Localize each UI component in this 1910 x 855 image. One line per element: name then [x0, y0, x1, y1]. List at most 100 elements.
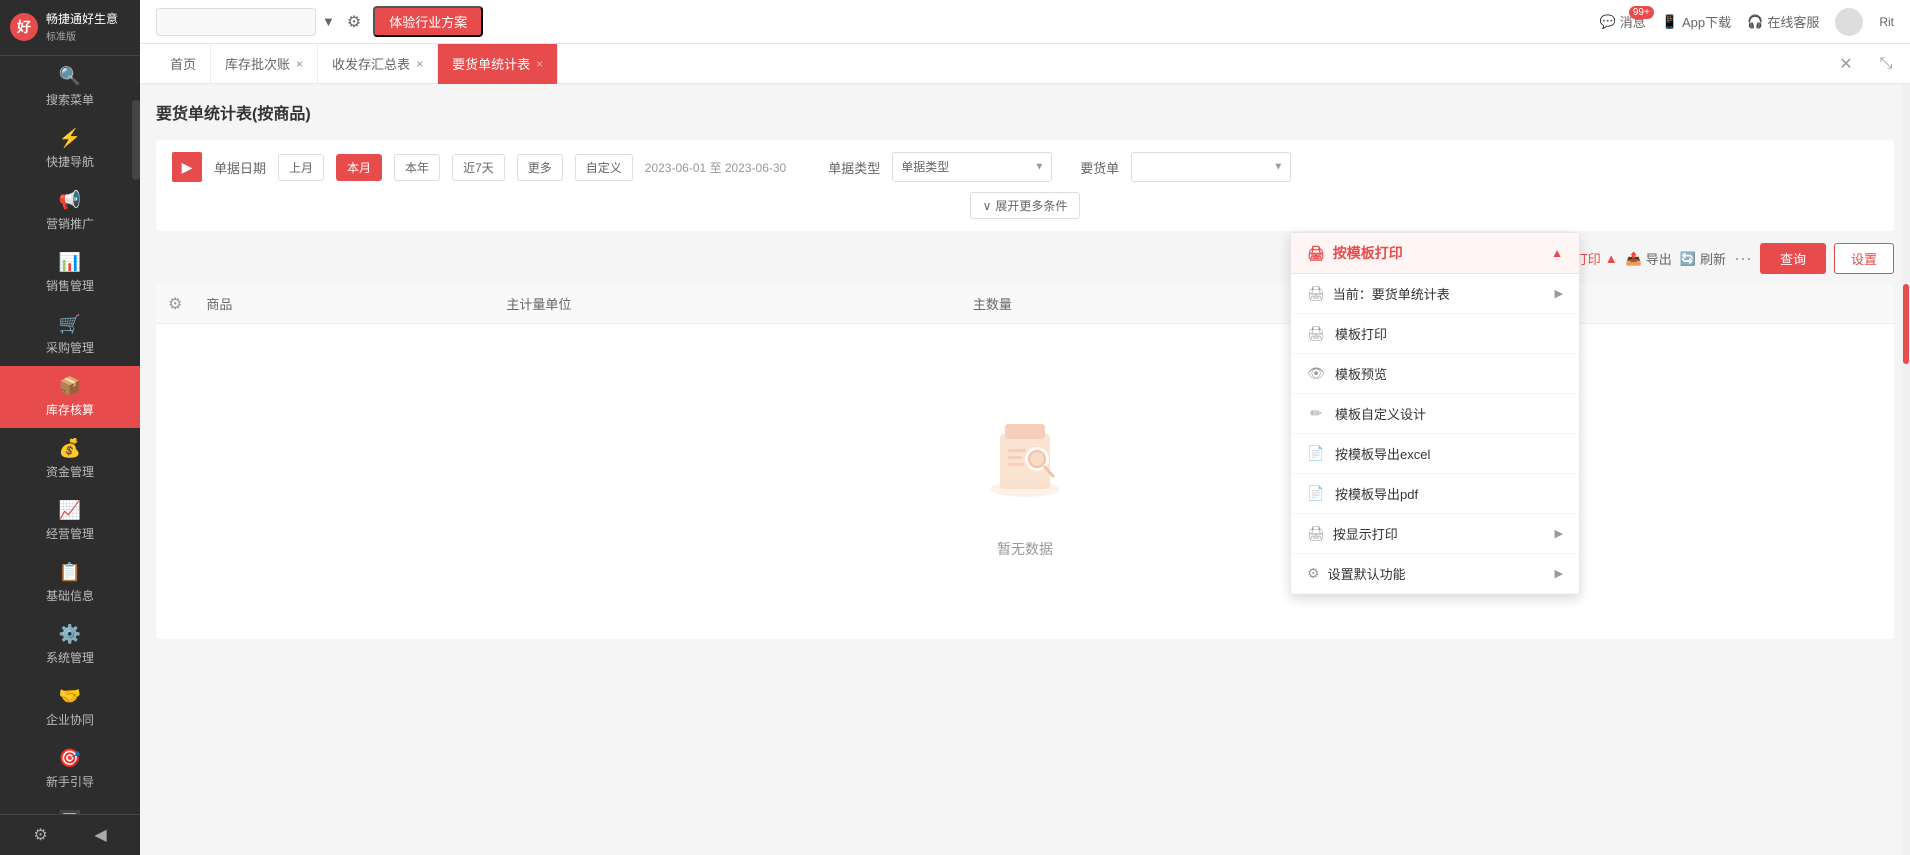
export-pdf-icon: 📄 — [1307, 485, 1325, 502]
sidebar-item-inventory[interactable]: 📦 库存核算 — [0, 366, 140, 428]
app-download-button[interactable]: 📱 App下载 — [1662, 12, 1731, 31]
sales-icon: 📊 — [59, 252, 81, 273]
requisition-label: 要货单 — [1080, 158, 1119, 177]
current-item-chevron: ▶ — [1555, 287, 1563, 300]
template-design-label: 模板自定义设计 — [1335, 404, 1563, 423]
app-badge: 标准版 — [46, 28, 118, 43]
tab-requisition-stats[interactable]: 要货单统计表 × — [438, 44, 558, 84]
col-header-product: 商品 — [194, 294, 494, 313]
table-settings-icon[interactable]: ⚙ — [156, 294, 194, 314]
message-button[interactable]: 💬 消息 99+ — [1600, 12, 1646, 31]
dropdown-item-template-print[interactable]: 🖨 模板打印 — [1291, 314, 1579, 354]
settings-bottom-icon[interactable]: ⚙ — [33, 825, 47, 845]
dropdown-item-export-excel[interactable]: 📄 按模板导出excel — [1291, 434, 1579, 474]
tab-close-requisition-stats[interactable]: × — [536, 57, 543, 71]
page-title: 要货单统计表(按商品) — [156, 100, 1894, 124]
current-item-icon: 🖨 — [1307, 285, 1325, 302]
expand-conditions-button[interactable]: ∨ 展开更多条件 — [970, 192, 1081, 219]
tab-receipt-summary[interactable]: 收发存汇总表 × — [318, 44, 438, 84]
print-dropdown-menu: 🖨 按模板打印 ▲ 🖨 当前：要货单统计表 ▶ 🖨 模板打印 👁 模板预览 — [1290, 232, 1580, 595]
template-print-icon: 🖨 — [1307, 325, 1325, 342]
tab-close-inventory-batch[interactable]: × — [296, 57, 303, 71]
sidebar-item-operations[interactable]: 📈 经营管理 — [0, 490, 140, 552]
app-name-block: 畅捷通好生意 标准版 — [46, 12, 118, 43]
sidebar-item-label: 销售管理 — [46, 277, 94, 294]
export-button[interactable]: 📤 导出 — [1626, 249, 1672, 268]
filter-expand-arrow[interactable]: ▶ — [172, 152, 202, 182]
settings-gear-icon[interactable]: ⚙ — [347, 12, 361, 32]
maximize-icon[interactable]: ⤡ — [1870, 48, 1902, 80]
settings-button[interactable]: 设置 — [1834, 243, 1894, 274]
topbar-right: 💬 消息 99+ 📱 App下载 🎧 在线客服 Rit — [1600, 8, 1894, 36]
display-print-icon: 🖨 — [1307, 525, 1325, 542]
set-default-icon: ⚙ — [1307, 565, 1320, 582]
template-design-icon: ✏ — [1307, 405, 1325, 422]
requisition-select[interactable] — [1131, 152, 1291, 182]
sidebar-item-purchase[interactable]: 🛒 采购管理 — [0, 304, 140, 366]
avatar[interactable] — [1835, 8, 1863, 36]
search-input[interactable] — [156, 8, 316, 36]
collab-icon: 🤝 — [59, 686, 81, 707]
type-filter-label: 单据类型 — [828, 158, 880, 177]
export-label: 导出 — [1646, 249, 1672, 268]
sidebar-item-label: 基础信息 — [46, 587, 94, 604]
promo-button[interactable]: 体验行业方案 — [373, 6, 483, 37]
dropdown-display-print[interactable]: 🖨 按显示打印 ▶ — [1291, 514, 1579, 554]
sidebar-item-marketing[interactable]: 📢 营销推广 — [0, 180, 140, 242]
marketing-icon: 📢 — [59, 190, 81, 211]
sidebar-item-basics[interactable]: 📋 基础信息 — [0, 552, 140, 614]
table-card: ⚙ 商品 主计量单位 主数量 零售金额 — [156, 284, 1894, 639]
sidebar-item-search[interactable]: 🔍 搜索菜单 — [0, 56, 140, 118]
dropdown-item-template-preview[interactable]: 👁 模板预览 — [1291, 354, 1579, 394]
tab-home[interactable]: 首页 — [156, 44, 211, 84]
username-label: Rit — [1879, 15, 1894, 29]
sidebar-item-finance[interactable]: 💰 资金管理 — [0, 428, 140, 490]
refresh-button[interactable]: 🔄 刷新 — [1680, 249, 1726, 268]
date-btn-prev-month[interactable]: 上月 — [278, 154, 324, 181]
sidebar-item-shortcut[interactable]: ⚡ 快捷导航 — [0, 118, 140, 180]
set-default-chevron: ▶ — [1555, 567, 1563, 580]
date-btn-current-month[interactable]: 本月 — [336, 154, 382, 181]
date-btn-more[interactable]: 更多 — [517, 154, 563, 181]
sidebar-item-sales[interactable]: 📊 销售管理 — [0, 242, 140, 304]
dropdown-item-template-design[interactable]: ✏ 模板自定义设计 — [1291, 394, 1579, 434]
more-options-icon[interactable]: ··· — [1734, 248, 1752, 269]
finance-icon: 💰 — [59, 438, 81, 459]
right-scrollbar[interactable] — [1902, 84, 1910, 855]
dropdown-title: 🖨 按模板打印 — [1307, 243, 1403, 263]
date-btn-current-year[interactable]: 本年 — [394, 154, 440, 181]
sidebar-item-label: 新手引导 — [46, 773, 94, 790]
collapse-icon[interactable]: ◀ — [94, 825, 106, 845]
tabbar-right: ✕ ⤡ — [1830, 48, 1910, 80]
date-btn-7days[interactable]: 近7天 — [452, 154, 505, 181]
date-btn-custom[interactable]: 自定义 — [575, 154, 633, 181]
dropdown-set-default[interactable]: ⚙ 设置默认功能 ▶ — [1291, 554, 1579, 594]
query-button[interactable]: 查询 — [1760, 243, 1826, 274]
type-select[interactable]: 单据类型 — [892, 152, 1052, 182]
sidebar-item-system[interactable]: ⚙️ 系统管理 — [0, 614, 140, 676]
filter-card: ▶ 单据日期 上月 本月 本年 近7天 更多 自定义 2023-06-01 至 … — [156, 140, 1894, 231]
dropdown-collapse-icon[interactable]: ▲ — [1551, 246, 1563, 260]
scrollbar-thumb — [1903, 284, 1909, 364]
search-dropdown-icon[interactable]: ▼ — [322, 14, 335, 29]
app-logo-icon: 好 — [10, 13, 38, 41]
tabbar: 首页 库存批次账 × 收发存汇总表 × 要货单统计表 × ✕ ⤡ — [140, 44, 1910, 84]
tab-inventory-batch[interactable]: 库存批次账 × — [211, 44, 318, 84]
online-service-button[interactable]: 🎧 在线客服 — [1747, 12, 1819, 31]
sidebar-item-label: 快捷导航 — [46, 153, 94, 170]
service-label: 在线客服 — [1767, 12, 1819, 31]
dropdown-item-export-pdf[interactable]: 📄 按模板导出pdf — [1291, 474, 1579, 514]
current-item-label: 当前：要货单统计表 — [1333, 284, 1555, 303]
dropdown-current-item[interactable]: 🖨 当前：要货单统计表 ▶ — [1291, 274, 1579, 314]
tab-close-receipt-summary[interactable]: × — [416, 57, 423, 71]
content-area: 要货单统计表(按商品) ▶ 单据日期 上月 本月 本年 近7天 更多 自定义 2… — [140, 84, 1910, 855]
action-bar: 🖨 按模板打印 ▲ 📤 导出 🔄 刷新 ··· 查询 设置 — [156, 243, 1894, 274]
sidebar-item-guide[interactable]: 🎯 新手引导 — [0, 738, 140, 800]
expand-label: 展开更多条件 — [995, 197, 1067, 214]
close-tab-icon[interactable]: ✕ — [1830, 48, 1862, 80]
sidebar-item-collab[interactable]: 🤝 企业协同 — [0, 676, 140, 738]
sidebar-item-apps[interactable]: 🔲 应用中心 — [0, 800, 140, 814]
sidebar-item-label: 营销推广 — [46, 215, 94, 232]
dropdown-title-text: 按模板打印 — [1333, 243, 1403, 263]
tab-receipt-summary-label: 收发存汇总表 — [332, 54, 410, 73]
